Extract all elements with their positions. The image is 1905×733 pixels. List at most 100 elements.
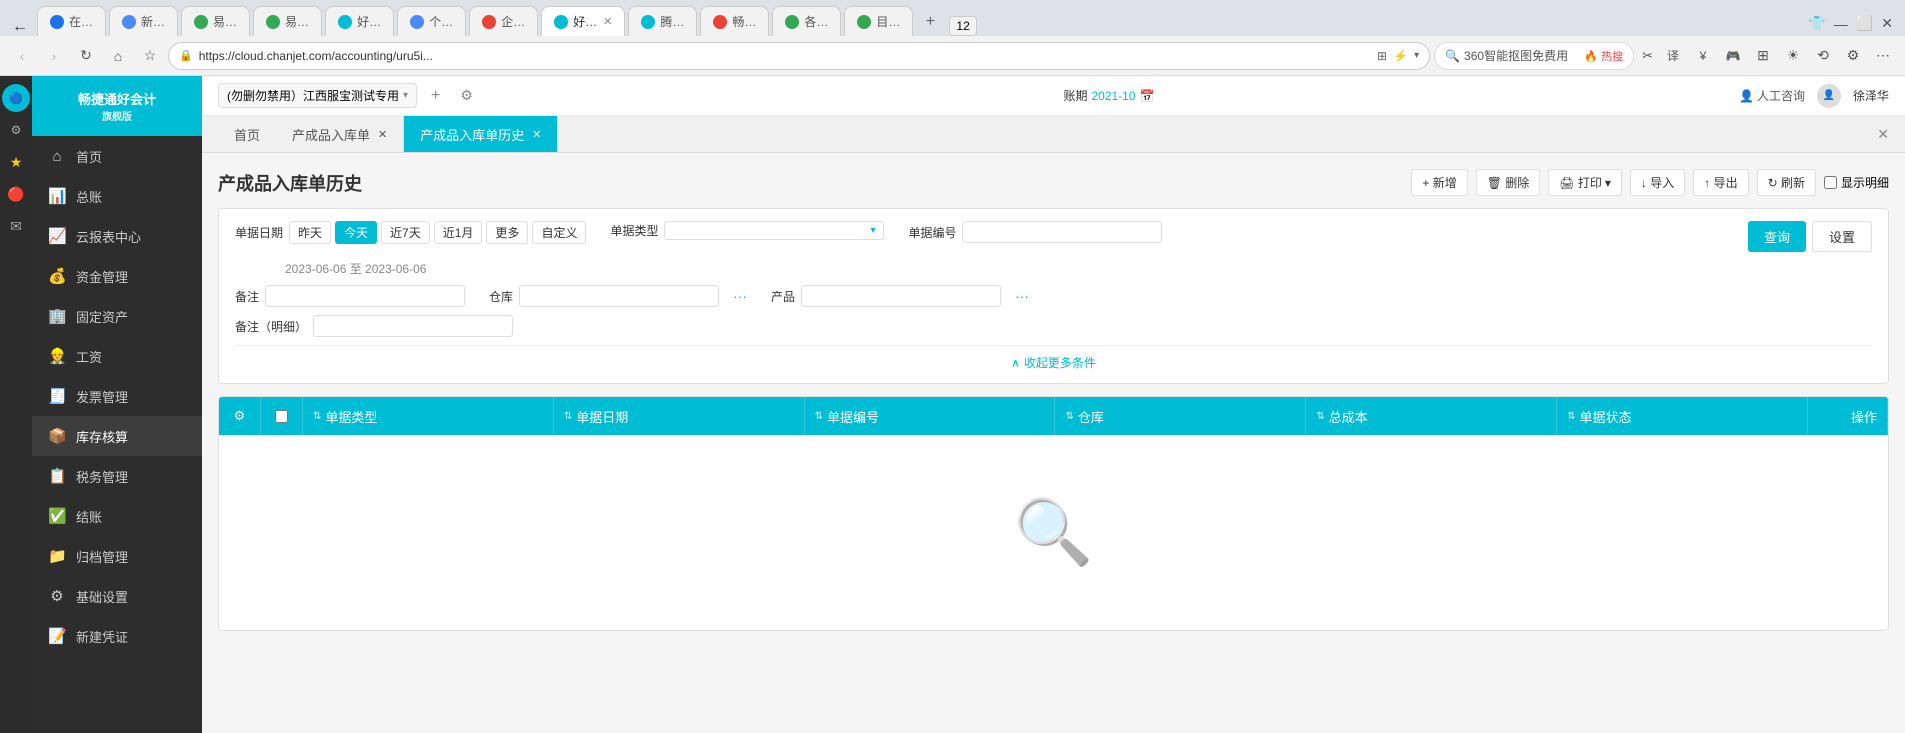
- show-detail-checkbox[interactable]: [1824, 176, 1837, 189]
- tab-hao2[interactable]: 好… ✕: [541, 6, 625, 36]
- search-bar[interactable]: 🔍 360智能抠图免费用 🔥 热搜: [1434, 42, 1634, 70]
- date-yesterday-button[interactable]: 昨天: [289, 221, 331, 244]
- date-today-button[interactable]: 今天: [335, 221, 377, 244]
- remark-detail-filter-input[interactable]: [313, 315, 513, 337]
- sidebar-item-home[interactable]: ⌂ 首页: [32, 136, 202, 176]
- address-bar[interactable]: 🔒 https://cloud.chanjet.com/accounting/u…: [168, 42, 1430, 70]
- more-icon[interactable]: ⋯: [1869, 42, 1897, 70]
- grid-icon[interactable]: ⊞: [1749, 42, 1777, 70]
- translate-icon[interactable]: 译: [1659, 42, 1687, 70]
- th-checkbox[interactable]: [261, 397, 303, 435]
- restore-icon[interactable]: ⟲: [1809, 42, 1837, 70]
- page-tab-history[interactable]: 产成品入库单历史 ✕: [404, 116, 558, 152]
- dropdown-arrow-icon[interactable]: ▾: [1414, 50, 1419, 61]
- th-settings[interactable]: ⚙: [219, 397, 261, 435]
- tab-list-close-icon[interactable]: ✕: [378, 128, 387, 141]
- sidebar-item-inventory[interactable]: 📦 库存核算: [32, 416, 202, 456]
- tab-chang[interactable]: 畅…: [700, 6, 769, 36]
- tab-history-close-icon[interactable]: ✕: [532, 128, 541, 141]
- tab-ge2[interactable]: 各…: [772, 6, 841, 36]
- filter-settings-button[interactable]: 设置: [1812, 221, 1872, 252]
- tab-qi[interactable]: 企…: [469, 6, 538, 36]
- settings-company-button[interactable]: ⚙: [454, 87, 479, 104]
- refresh-button[interactable]: ↻: [72, 42, 100, 70]
- sidebar-item-close[interactable]: ✅ 结账: [32, 496, 202, 536]
- sidebar-item-finance[interactable]: 💰 资金管理: [32, 256, 202, 296]
- content-area: (勿删勿禁用）江西服宝测试专用 ▾ + ⚙ 账期 2021-10 📅 👤 人工咨…: [202, 76, 1905, 733]
- delete-button[interactable]: 🗑 删除: [1476, 169, 1541, 196]
- page-tab-list[interactable]: 产成品入库单 ✕: [276, 116, 404, 152]
- date-7days-button[interactable]: 近7天: [381, 221, 430, 244]
- sidebar-item-ledger[interactable]: 📊 总账: [32, 176, 202, 216]
- th-warehouse[interactable]: ⇅ 仓库: [1055, 397, 1306, 435]
- tab-yi2[interactable]: 易…: [253, 6, 322, 36]
- warehouse-filter-input[interactable]: [519, 285, 719, 307]
- remark-filter-input[interactable]: [265, 285, 465, 307]
- collapse-filter-button[interactable]: ∧ 收起更多条件: [1011, 354, 1096, 371]
- app-logo-icon[interactable]: 🔵: [2, 84, 30, 112]
- nav-icon-1[interactable]: ⚙: [2, 116, 30, 144]
- export-button[interactable]: ↑ 导出: [1693, 169, 1748, 196]
- new-tab-button[interactable]: +: [916, 8, 944, 36]
- sidebar-item-archive[interactable]: 📁 归档管理: [32, 536, 202, 576]
- type-select[interactable]: ▾: [664, 221, 884, 240]
- tab-xin[interactable]: 新…: [109, 6, 178, 36]
- forward-button[interactable]: ›: [40, 42, 68, 70]
- th-warehouse-sort-icon: ⇅: [1065, 411, 1073, 422]
- tab-ge[interactable]: 个…: [397, 6, 466, 36]
- nav-icon-2[interactable]: ★: [2, 148, 30, 176]
- add-company-button[interactable]: +: [425, 87, 446, 105]
- import-button[interactable]: ↓ 导入: [1630, 169, 1685, 196]
- query-button[interactable]: 查询: [1748, 221, 1806, 252]
- print-button[interactable]: 🖨 打印 ▾: [1548, 169, 1622, 196]
- sidebar-item-newvoucher[interactable]: 📝 新建凭证: [32, 616, 202, 656]
- th-type[interactable]: ⇅ 单据类型: [303, 397, 554, 435]
- select-all-checkbox[interactable]: [275, 410, 288, 423]
- sidebar-item-report[interactable]: 📈 云报表中心: [32, 216, 202, 256]
- window-close-button[interactable]: ✕: [1881, 15, 1893, 32]
- tab-mu[interactable]: 目…: [844, 6, 913, 36]
- tab-close-icon[interactable]: ✕: [603, 15, 612, 28]
- window-minimize-button[interactable]: —: [1834, 16, 1848, 32]
- add-button[interactable]: + 新增: [1411, 169, 1467, 196]
- sun-icon[interactable]: ☀: [1779, 42, 1807, 70]
- date-1month-button[interactable]: 近1月: [434, 221, 483, 244]
- date-custom-button[interactable]: 自定义: [532, 221, 586, 244]
- tab-hao1[interactable]: 好…: [325, 6, 394, 36]
- sidebar-item-assets[interactable]: 🏢 固定资产: [32, 296, 202, 336]
- number-filter-input[interactable]: [962, 221, 1162, 243]
- game-icon[interactable]: 🎮: [1719, 42, 1747, 70]
- product-filter-input[interactable]: [801, 285, 1001, 307]
- yuan-icon[interactable]: ¥: [1689, 42, 1717, 70]
- th-number[interactable]: ⇅ 单据编号: [805, 397, 1056, 435]
- breadcrumb-home[interactable]: 首页: [218, 125, 276, 144]
- period-calendar-icon[interactable]: 📅: [1140, 89, 1155, 103]
- home-button[interactable]: ⌂: [104, 42, 132, 70]
- lightning-icon[interactable]: ⚡: [1393, 49, 1408, 63]
- sidebar-item-settings[interactable]: ⚙ 基础设置: [32, 576, 202, 616]
- th-cost[interactable]: ⇅ 总成本: [1306, 397, 1557, 435]
- th-date[interactable]: ⇅ 单据日期: [554, 397, 805, 435]
- extensions-icon[interactable]: ⊞: [1377, 49, 1387, 63]
- user-avatar: 👤: [1817, 84, 1841, 108]
- window-maximize-button[interactable]: ⬜: [1856, 15, 1873, 32]
- tab-teng[interactable]: 腾…: [628, 6, 697, 36]
- warehouse-dots-icon[interactable]: ···: [733, 288, 747, 304]
- back-button[interactable]: ‹: [8, 42, 36, 70]
- th-status[interactable]: ⇅ 单据状态: [1557, 397, 1808, 435]
- tab-yi1[interactable]: 易…: [181, 6, 250, 36]
- date-more-button[interactable]: 更多: [486, 221, 528, 244]
- page-close-all-button[interactable]: ✕: [1861, 126, 1905, 143]
- sidebar-item-tax[interactable]: 📋 税务管理: [32, 456, 202, 496]
- nav-icon-4[interactable]: ✉: [2, 212, 30, 240]
- sidebar-item-payroll[interactable]: 👷 工资: [32, 336, 202, 376]
- refresh-data-button[interactable]: ↻ 刷新: [1757, 169, 1816, 196]
- customer-service-button[interactable]: 👤 人工咨询: [1739, 87, 1805, 104]
- sidebar-item-invoice[interactable]: 🧾 发票管理: [32, 376, 202, 416]
- product-dots-icon[interactable]: ···: [1015, 288, 1029, 304]
- tab-zaizai[interactable]: 在…: [37, 6, 106, 36]
- bookmark-button[interactable]: ☆: [136, 42, 164, 70]
- company-selector[interactable]: (勿删勿禁用）江西服宝测试专用 ▾: [218, 83, 417, 108]
- settings-browser-icon[interactable]: ⚙: [1839, 42, 1867, 70]
- nav-icon-3[interactable]: 🔴: [2, 180, 30, 208]
